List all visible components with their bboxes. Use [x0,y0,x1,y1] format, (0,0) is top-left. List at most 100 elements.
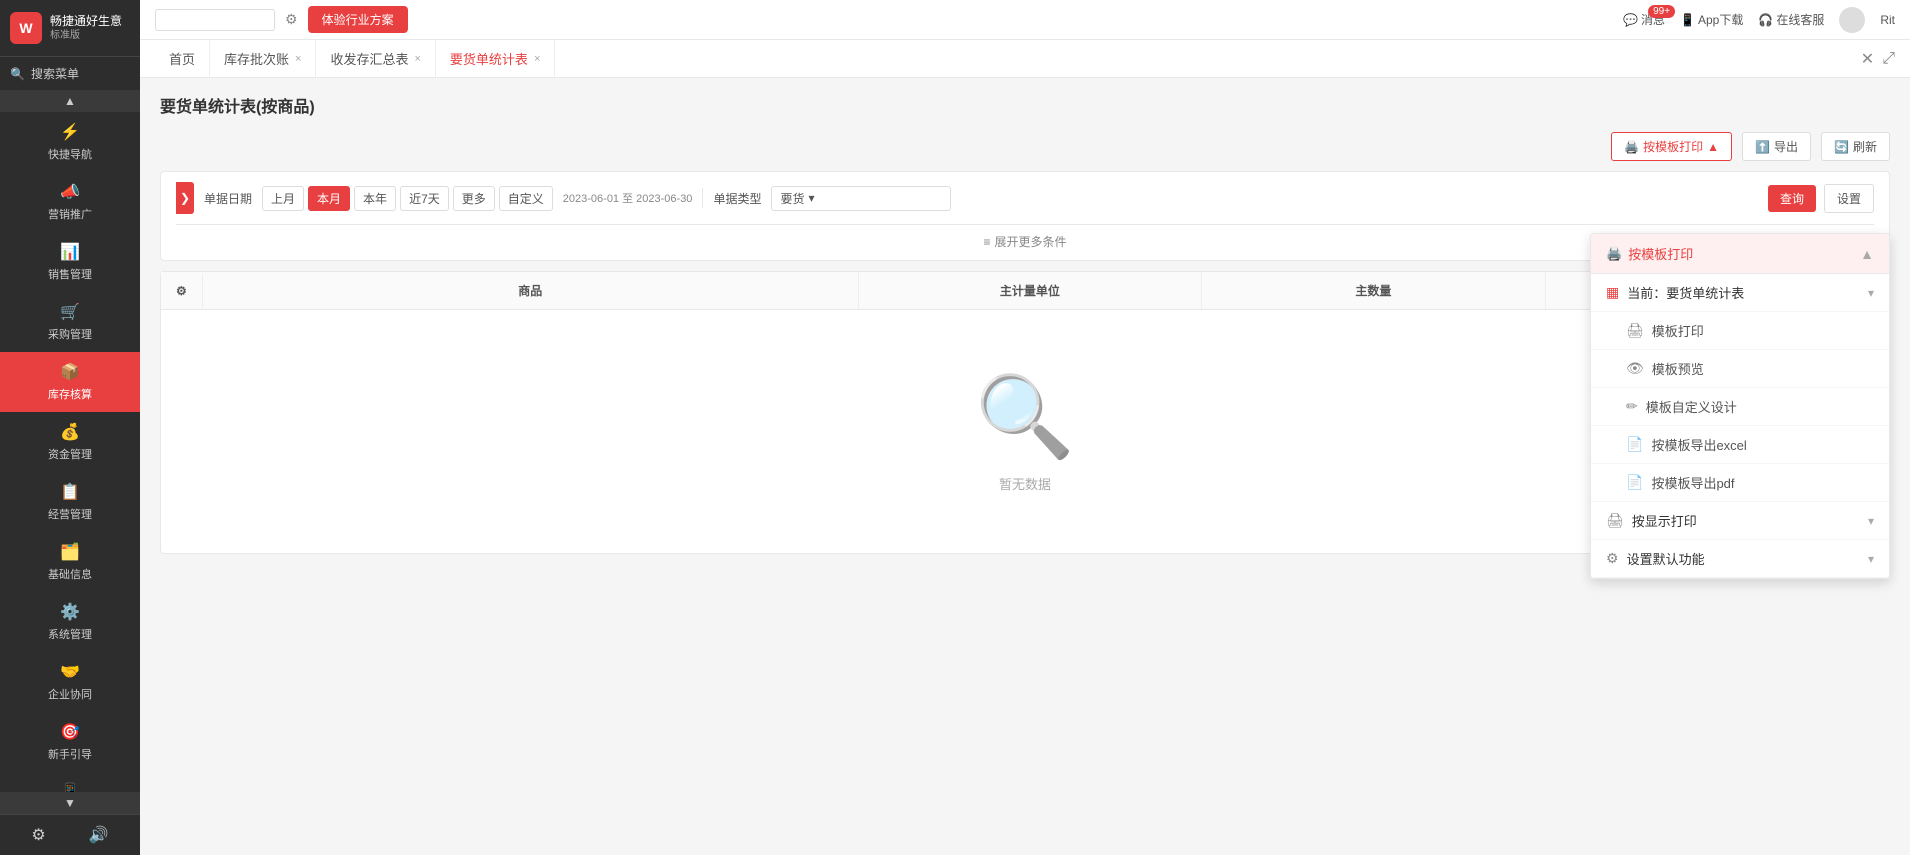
qiye-icon: 🤝 [60,662,80,682]
dropdown-close-btn[interactable]: ▲ [1860,246,1874,262]
message-btn[interactable]: 💬 消息 99+ [1623,11,1665,28]
display-print-icon: 🖨 [1606,512,1624,529]
sidebar-item-xinshou[interactable]: 🎯 新手引导 [0,712,140,772]
query-btn[interactable]: 查询 [1768,185,1816,212]
search-icon: 🔍 [10,67,25,81]
dropdown-item-moban-dayin[interactable]: 🖨 模板打印 [1591,312,1889,350]
dropdown-item-xianshi-dayin[interactable]: 🖨 按显示打印 ▾ [1591,502,1889,540]
tabs-actions: ✕ ⤢ [1861,49,1895,69]
topbar-gear-icon[interactable]: ⚙ [285,11,298,28]
sidebar-item-zijin[interactable]: 💰 资金管理 [0,412,140,472]
tab-close-kucun[interactable]: × [295,53,301,65]
xitong-icon: ⚙️ [60,602,80,622]
sidebar-item-qiye[interactable]: 🤝 企业协同 [0,652,140,712]
tab-yaohuo-tongji[interactable]: 要货单统计表 × [436,40,555,78]
tab-home[interactable]: 首页 [155,40,210,78]
yingyong-icon: 📱 [60,782,80,792]
sidebar-nav: ⚡ 快捷导航 📣 营销推广 📊 销售管理 🛒 采购管理 📦 库存核算 💰 资金管… [0,112,140,792]
date-btn-gengDuo[interactable]: 更多 [453,186,495,211]
refresh-icon: 🔄 [1834,140,1849,154]
tab-expand-btn[interactable]: ⤢ [1882,49,1895,69]
tab-shoufa-huizong[interactable]: 收发存汇总表 × [316,40,435,78]
dropdown-item-moban-yulan[interactable]: 👁 模板预览 [1591,350,1889,388]
date-btn-benYue[interactable]: 本月 [308,186,350,211]
sidebar-item-xitong[interactable]: ⚙️ 系统管理 [0,592,140,652]
sidebar: W 畅捷通好生意 标准版 🔍 搜索菜单 ▲ ⚡ 快捷导航 📣 营销推广 📊 销售… [0,0,140,855]
sidebar-logo: W 畅捷通好生意 标准版 [0,0,140,57]
excel-icon: 📄 [1626,436,1643,453]
th-product: 商品 [203,272,859,309]
print-btn[interactable]: 🖨️ 按模板打印 ▲ [1611,132,1732,161]
sidebar-item-kucun[interactable]: 📦 库存核算 [0,352,140,412]
dropdown-item-current[interactable]: ▦ 当前：要货单统计表 ▾ [1591,274,1889,312]
preview-icon: 👁 [1626,360,1644,377]
zijin-icon: 💰 [60,422,80,442]
xinshou-icon: 🎯 [60,722,80,742]
app-icon: 📱 [1680,13,1695,27]
print-arrow-icon: ▲ [1707,140,1719,154]
select-arrow-icon: ▾ [808,191,814,205]
dropdown-item-moban-pdf[interactable]: 📄 按模板导出pdf [1591,464,1889,502]
th-unit: 主计量单位 [859,272,1202,309]
dropdown-item-shezhi-moren[interactable]: ⚙ 设置默认功能 ▾ [1591,540,1889,578]
th-quantity: 主数量 [1202,272,1545,309]
export-icon: ⬆️ [1755,140,1770,154]
tab-kucun-pizhanghao[interactable]: 库存批次账 × [210,40,316,78]
settings-btn[interactable]: 设置 [1824,184,1874,213]
sidebar-item-xiaoshou[interactable]: 📊 销售管理 [0,232,140,292]
expand-arrow-btn[interactable]: ❯ [176,182,194,214]
filter-row: ❯ 单据日期 上月 本月 本年 近7天 更多 自定义 2023-06-01 至 … [176,182,1874,214]
sidebar-scroll-up[interactable]: ▲ [0,90,140,112]
trial-btn[interactable]: 体验行业方案 [308,6,408,33]
logo-text: 畅捷通好生意 标准版 [50,14,122,43]
sidebar-bottom: ⚙ 🔊 [0,814,140,855]
printer-icon: 🖨️ [1606,246,1622,262]
settings-icon[interactable]: ⚙ [31,825,45,845]
page-content: 要货单统计表(按商品) 🖨️ 按模板打印 ▲ ⬆️ 导出 🔄 刷新 ❯ 单据日期 [140,78,1910,855]
sidebar-item-jingying[interactable]: 📋 经营管理 [0,472,140,532]
sidebar-scroll-down[interactable]: ▼ [0,792,140,814]
main-content: ⚙ 体验行业方案 💬 消息 99+ 📱 App下载 🎧 在线客服 Rit 首页 [140,0,1910,855]
th-settings[interactable]: ⚙ [161,274,203,308]
topbar-search-input[interactable] [155,9,275,31]
refresh-btn[interactable]: 🔄 刷新 [1821,132,1890,161]
type-select[interactable]: 要货 ▾ [771,186,951,211]
sidebar-item-kuaijie[interactable]: ⚡ 快捷导航 [0,112,140,172]
current-icon: ▦ [1606,284,1619,301]
username-label: Rit [1880,13,1895,27]
divider [702,188,703,208]
date-buttons: 上月 本月 本年 近7天 更多 自定义 [262,186,553,211]
tab-close-shoufa[interactable]: × [414,53,420,65]
dropdown-title: 🖨️ 按模板打印 [1606,244,1693,263]
avatar[interactable] [1839,7,1865,33]
yingxiao-icon: 📣 [60,182,80,202]
export-btn[interactable]: ⬆️ 导出 [1742,132,1811,161]
date-btn-shangYue[interactable]: 上月 [262,186,304,211]
print2-icon: 🖨 [1626,322,1644,339]
jingying-icon: 📋 [60,482,80,502]
dropdown-item-moban-zidingyi[interactable]: ✏ 模板自定义设计 [1591,388,1889,426]
logo-icon: W [10,12,42,44]
tabs-bar: 首页 库存批次账 × 收发存汇总表 × 要货单统计表 × ✕ ⤢ [140,40,1910,78]
dropdown-item-moban-excel[interactable]: 📄 按模板导出excel [1591,426,1889,464]
current-arrow-icon: ▾ [1868,286,1874,300]
empty-text: 暂无数据 [999,474,1051,493]
sidebar-item-jichu[interactable]: 🗂️ 基础信息 [0,532,140,592]
sidebar-item-yingxiao[interactable]: 📣 营销推广 [0,172,140,232]
volume-icon[interactable]: 🔊 [89,825,109,845]
sidebar-item-caigou[interactable]: 🛒 采购管理 [0,292,140,352]
service-icon: 🎧 [1758,13,1773,27]
date-btn-jin7Tian[interactable]: 近7天 [400,186,449,211]
sidebar-item-yingyong[interactable]: 📱 应用中心 [0,772,140,792]
online-service-btn[interactable]: 🎧 在线客服 [1758,11,1824,28]
date-label: 单据日期 [204,190,252,207]
date-btn-ziDingYi[interactable]: 自定义 [499,186,553,211]
tab-close-yaohuo[interactable]: × [534,53,540,65]
app-download-btn[interactable]: 📱 App下载 [1680,11,1743,28]
search-menu[interactable]: 🔍 搜索菜单 [0,57,140,90]
caigou-icon: 🛒 [60,302,80,322]
expand-icon: ≡ [983,235,990,249]
tab-close-all-btn[interactable]: ✕ [1861,49,1874,69]
shezhi-arrow-icon: ▾ [1868,552,1874,566]
date-btn-benNian[interactable]: 本年 [354,186,396,211]
